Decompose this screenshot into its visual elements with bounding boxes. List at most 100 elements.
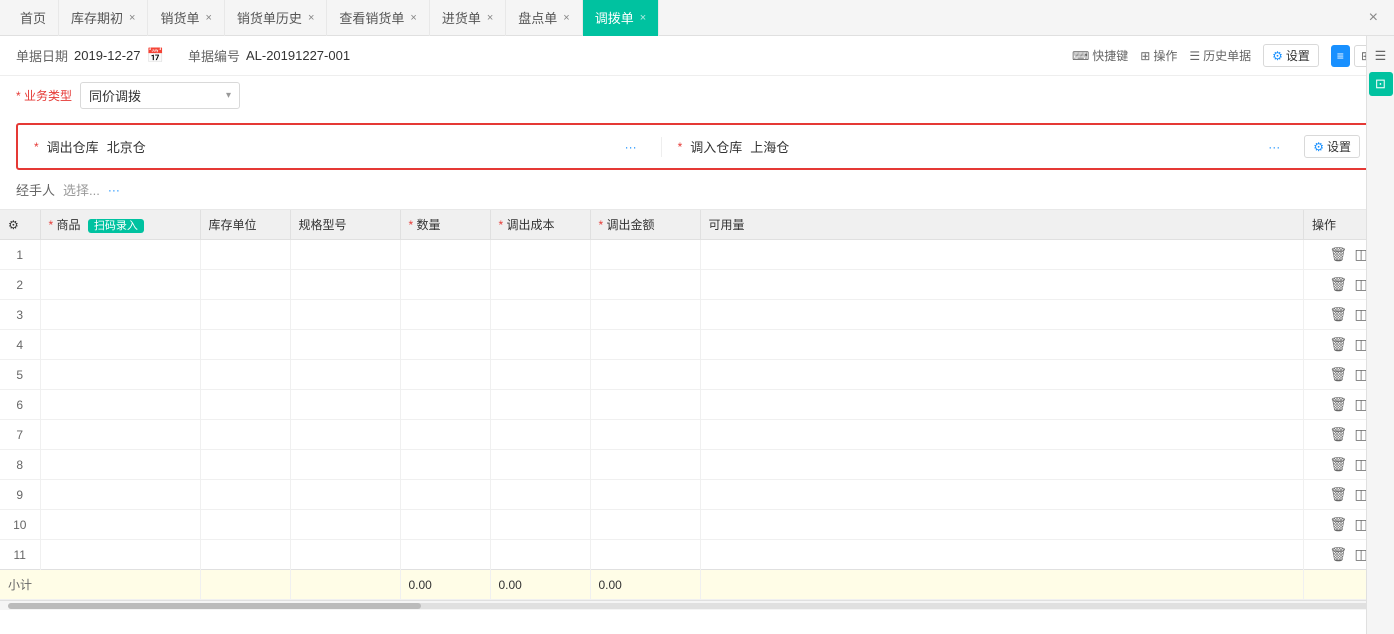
row-cost-cell[interactable]: [490, 480, 590, 510]
person-select[interactable]: 选择...: [63, 180, 100, 199]
row-unit-cell: [200, 480, 290, 510]
tab-inventory-init[interactable]: 库存期初 ×: [59, 0, 148, 36]
row-avail-cell: [700, 330, 1304, 360]
row-product-cell[interactable]: [40, 510, 200, 540]
row-qty-cell[interactable]: [400, 510, 490, 540]
row-cost-cell[interactable]: [490, 540, 590, 570]
row-product-cell[interactable]: [40, 450, 200, 480]
row-amount-cell[interactable]: [590, 360, 700, 390]
tab-inventory-check-close[interactable]: ×: [563, 12, 569, 24]
warehouse-in-value: 上海仓: [750, 137, 789, 156]
row-qty-cell[interactable]: [400, 480, 490, 510]
row-product-cell[interactable]: [40, 390, 200, 420]
row-cost-cell[interactable]: [490, 450, 590, 480]
row-amount-cell[interactable]: [590, 270, 700, 300]
row-amount-cell[interactable]: [590, 300, 700, 330]
delete-row-btn[interactable]: 🗑: [1329, 246, 1347, 262]
row-cost-cell[interactable]: [490, 300, 590, 330]
tab-home[interactable]: 首页: [8, 0, 59, 36]
col-header-qty: 数量: [400, 210, 490, 240]
row-product-cell[interactable]: [40, 540, 200, 570]
row-amount-cell[interactable]: [590, 330, 700, 360]
sidebar-notes-btn[interactable]: ☰: [1369, 44, 1393, 68]
row-product-cell[interactable]: [40, 420, 200, 450]
row-amount-cell[interactable]: [590, 480, 700, 510]
row-amount-cell[interactable]: [590, 390, 700, 420]
delete-row-btn[interactable]: 🗑: [1329, 426, 1347, 442]
delete-row-btn[interactable]: 🗑: [1329, 276, 1347, 292]
tab-sales-order-close[interactable]: ×: [205, 12, 211, 24]
person-more-btn[interactable]: ···: [108, 183, 120, 197]
warehouse-section: * 调出仓库 北京仓 ··· * 调入仓库 上海仓 ··· ⚙ 设置: [16, 123, 1378, 170]
doc-no-field: 单据编号 AL-20191227-001: [188, 46, 350, 65]
tab-view-sales-close[interactable]: ×: [410, 12, 416, 24]
row-amount-cell[interactable]: [590, 450, 700, 480]
row-cost-cell[interactable]: [490, 240, 590, 270]
row-product-cell[interactable]: [40, 480, 200, 510]
row-product-cell[interactable]: [40, 300, 200, 330]
scan-barcode-btn[interactable]: 扫码录入: [88, 219, 144, 233]
tab-sales-history-close[interactable]: ×: [308, 12, 314, 24]
tab-sales-history[interactable]: 销货单历史 ×: [225, 0, 327, 36]
calendar-icon[interactable]: 📅: [147, 47, 164, 64]
settings-button[interactable]: ⚙ 设置: [1263, 44, 1319, 67]
row-qty-cell[interactable]: [400, 270, 490, 300]
row-amount-cell[interactable]: [590, 540, 700, 570]
delete-row-btn[interactable]: 🗑: [1329, 546, 1347, 562]
row-product-cell[interactable]: [40, 330, 200, 360]
delete-row-btn[interactable]: 🗑: [1329, 306, 1347, 322]
row-cost-cell[interactable]: [490, 270, 590, 300]
row-product-cell[interactable]: [40, 240, 200, 270]
row-qty-cell[interactable]: [400, 540, 490, 570]
subtotal-avail: [700, 570, 1304, 600]
col-header-gear[interactable]: ⚙: [0, 210, 40, 240]
warehouse-out-more-btn[interactable]: ···: [617, 140, 645, 154]
layout-btn-1[interactable]: ≡: [1331, 45, 1350, 67]
row-qty-cell[interactable]: [400, 240, 490, 270]
row-cost-cell[interactable]: [490, 330, 590, 360]
row-qty-cell[interactable]: [400, 420, 490, 450]
tab-purchase-close[interactable]: ×: [487, 12, 493, 24]
shortcut-btn[interactable]: ⌨ 快捷键: [1072, 47, 1128, 64]
tab-sales-order[interactable]: 销货单 ×: [148, 0, 224, 36]
row-cost-cell[interactable]: [490, 420, 590, 450]
delete-row-btn[interactable]: 🗑: [1329, 336, 1347, 352]
tab-transfer[interactable]: 调拨单 ×: [583, 0, 659, 36]
row-cost-cell[interactable]: [490, 510, 590, 540]
row-qty-cell[interactable]: [400, 450, 490, 480]
delete-row-btn[interactable]: 🗑: [1329, 516, 1347, 532]
delete-row-btn[interactable]: 🗑: [1329, 486, 1347, 502]
history-btn[interactable]: ☰ 历史单据: [1189, 47, 1251, 64]
operate-btn[interactable]: ⊞ 操作: [1140, 47, 1177, 64]
row-product-cell[interactable]: [40, 270, 200, 300]
business-type-select[interactable]: 同价调拨 ▾: [80, 82, 240, 109]
row-qty-cell[interactable]: [400, 390, 490, 420]
delete-row-btn[interactable]: 🗑: [1329, 366, 1347, 382]
row-product-cell[interactable]: [40, 360, 200, 390]
sidebar-export-btn[interactable]: ⊡: [1369, 72, 1393, 96]
delete-row-btn[interactable]: 🗑: [1329, 396, 1347, 412]
delete-row-btn[interactable]: 🗑: [1329, 456, 1347, 472]
row-qty-cell[interactable]: [400, 360, 490, 390]
tab-inventory-check[interactable]: 盘点单 ×: [506, 0, 582, 36]
scroll-thumb: [8, 603, 421, 609]
warehouse-settings-label: 设置: [1327, 138, 1351, 155]
row-num-cell: 2: [0, 270, 40, 300]
tab-inventory-init-close[interactable]: ×: [129, 12, 135, 24]
horizontal-scrollbar[interactable]: [0, 600, 1394, 610]
row-cost-cell[interactable]: [490, 390, 590, 420]
close-window-btn[interactable]: ×: [1361, 9, 1386, 27]
tab-purchase[interactable]: 进货单 ×: [430, 0, 506, 36]
warehouse-in-more-btn[interactable]: ···: [1260, 140, 1288, 154]
row-unit-cell: [200, 420, 290, 450]
table-settings-icon[interactable]: ⚙: [8, 218, 19, 232]
row-amount-cell[interactable]: [590, 510, 700, 540]
tab-view-sales[interactable]: 查看销货单 ×: [327, 0, 429, 36]
row-amount-cell[interactable]: [590, 240, 700, 270]
row-qty-cell[interactable]: [400, 330, 490, 360]
row-cost-cell[interactable]: [490, 360, 590, 390]
row-qty-cell[interactable]: [400, 300, 490, 330]
row-amount-cell[interactable]: [590, 420, 700, 450]
tab-transfer-close[interactable]: ×: [640, 12, 646, 24]
warehouse-settings-btn[interactable]: ⚙ 设置: [1304, 135, 1360, 158]
